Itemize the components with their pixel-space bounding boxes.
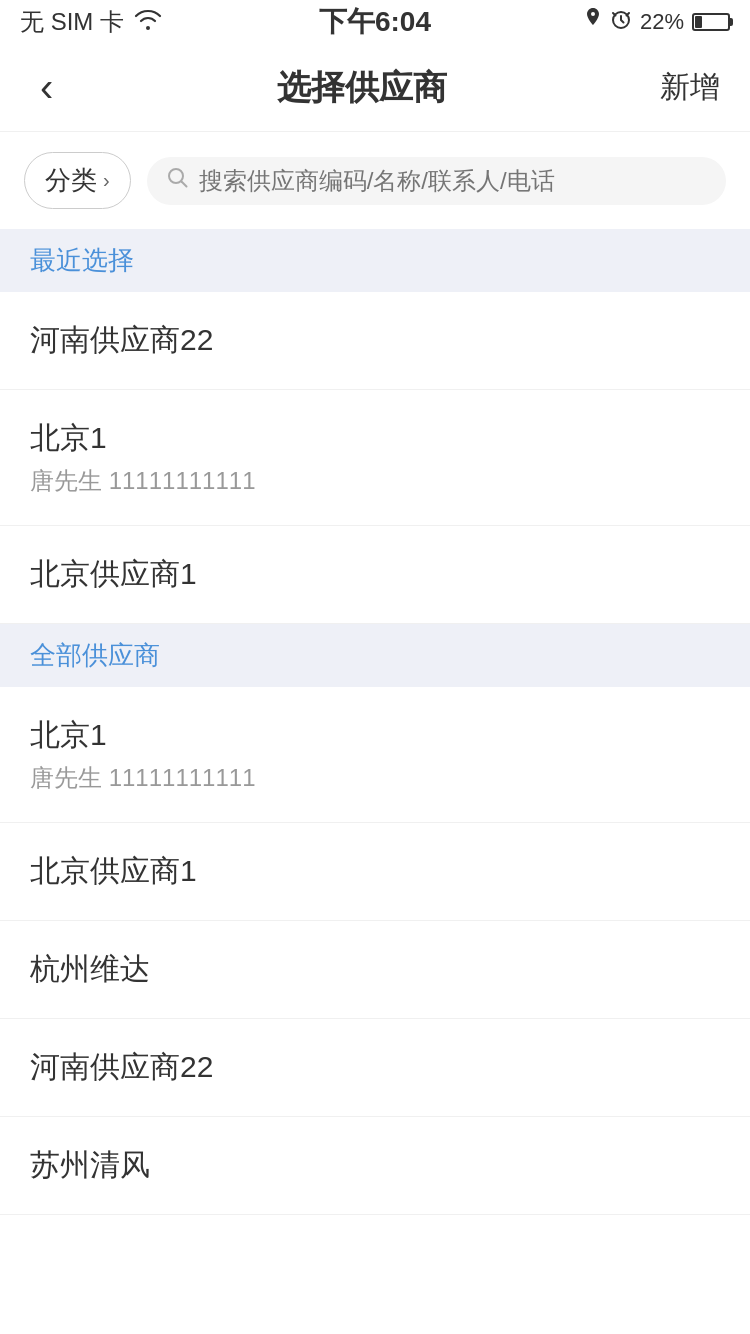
battery-icon — [692, 13, 730, 31]
back-button[interactable]: ‹ — [30, 55, 63, 120]
item-sub: 唐先生 11111111111 — [30, 465, 720, 497]
page-title: 选择供应商 — [277, 65, 447, 111]
alarm-icon — [610, 8, 632, 36]
all-items-list: 北京1 唐先生 11111111111 北京供应商1 杭州维达河南供应商22 苏州清风 — [0, 687, 750, 1215]
item-name: 北京1 — [30, 418, 720, 459]
status-bar: 无 SIM 卡 下午6:04 22% — [0, 0, 750, 44]
list-item[interactable]: 北京供应商1 — [0, 526, 750, 624]
location-icon — [584, 8, 602, 36]
item-name: 河南供应商22 — [30, 320, 720, 361]
status-time: 下午6:04 — [319, 3, 431, 41]
recent-items-list: 河南供应商22 北京1 唐先生 11111111111 北京供应商1 — [0, 292, 750, 624]
item-name: 北京供应商1 — [30, 851, 720, 892]
status-right: 22% — [584, 8, 730, 36]
list-item[interactable]: 北京1 唐先生 11111111111 — [0, 390, 750, 526]
recent-section-label: 最近选择 — [30, 245, 134, 275]
all-section-header: 全部供应商 — [0, 624, 750, 687]
item-name: 苏州清风 — [30, 1145, 720, 1186]
all-section-label: 全部供应商 — [30, 640, 160, 670]
list-item[interactable]: 苏州清风 — [0, 1117, 750, 1215]
add-button[interactable]: 新增 — [660, 67, 720, 108]
search-icon — [167, 167, 189, 195]
chevron-right-icon: › — [103, 169, 110, 192]
list-item[interactable]: 北京供应商1 — [0, 823, 750, 921]
search-input[interactable] — [199, 167, 706, 195]
item-name: 北京1 — [30, 715, 720, 756]
sim-text: 无 SIM 卡 — [20, 6, 124, 38]
search-box — [147, 157, 726, 205]
battery-text: 22% — [640, 9, 684, 35]
item-name: 河南供应商22 — [30, 1047, 720, 1088]
nav-bar: ‹ 选择供应商 新增 — [0, 44, 750, 132]
list-item[interactable]: 杭州维达 — [0, 921, 750, 1019]
category-button[interactable]: 分类 › — [24, 152, 131, 209]
list-item[interactable]: 河南供应商22 — [0, 292, 750, 390]
list-item[interactable]: 北京1 唐先生 11111111111 — [0, 687, 750, 823]
wifi-icon — [134, 8, 162, 36]
recent-section-header: 最近选择 — [0, 229, 750, 292]
item-name: 北京供应商1 — [30, 554, 720, 595]
category-label: 分类 — [45, 163, 97, 198]
status-left: 无 SIM 卡 — [20, 6, 162, 38]
item-sub: 唐先生 11111111111 — [30, 762, 720, 794]
list-item[interactable]: 河南供应商22 — [0, 1019, 750, 1117]
item-name: 杭州维达 — [30, 949, 720, 990]
filter-bar: 分类 › — [0, 132, 750, 229]
